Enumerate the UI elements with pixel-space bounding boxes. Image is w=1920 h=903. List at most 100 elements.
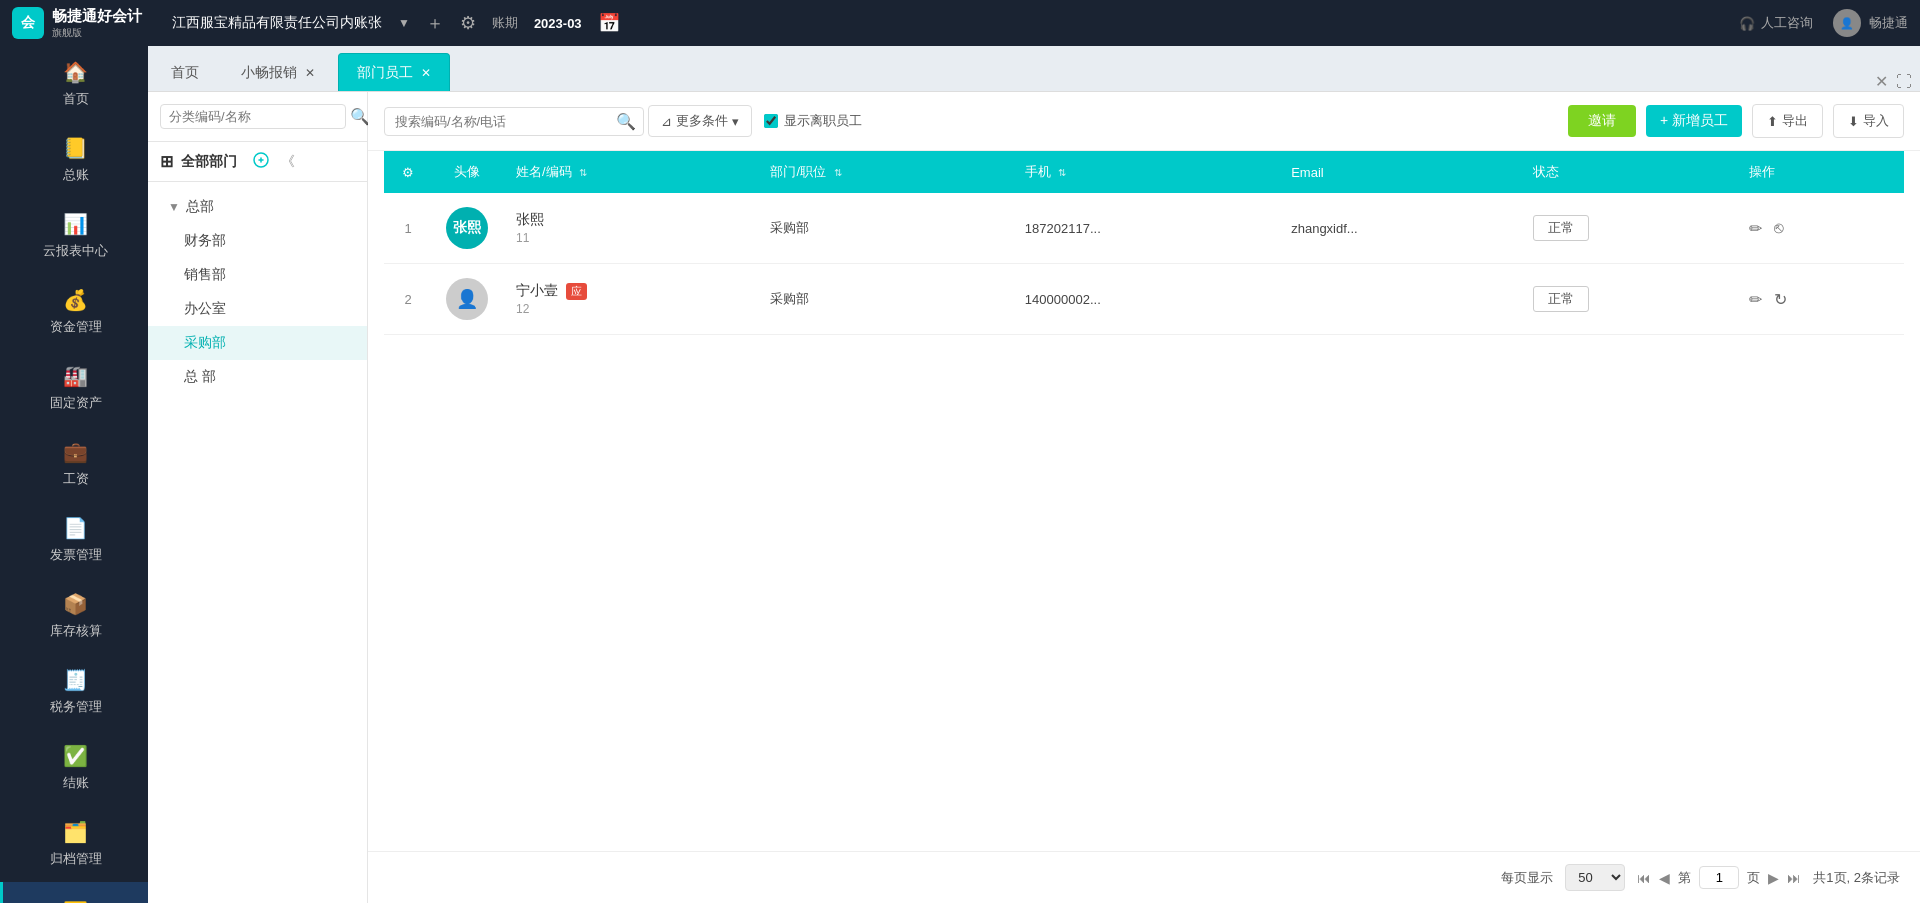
col-settings[interactable]: ⚙ — [384, 151, 432, 193]
tab-expense[interactable]: 小畅报销 ✕ — [222, 53, 334, 91]
dept-1: 采购部 — [770, 220, 809, 235]
sidebar-item-salary[interactable]: 💼 工资 — [0, 426, 148, 502]
tab-close-btn[interactable]: ✕ — [1875, 72, 1888, 91]
top-bar-right: 🎧 人工咨询 👤 畅捷通 — [1739, 9, 1908, 37]
edit-button-1[interactable]: ✏ — [1749, 219, 1762, 238]
col-dept-pos[interactable]: 部门/职位 ⇅ — [756, 151, 1010, 193]
dept-tree-item-office[interactable]: 办公室 — [148, 292, 367, 326]
ledger-icon: 📒 — [63, 136, 88, 160]
tab-expense-label: 小畅报销 — [241, 64, 297, 82]
status-badge-1: 正常 — [1533, 215, 1589, 241]
page-unit: 页 — [1747, 869, 1760, 887]
import-label: 导入 — [1863, 112, 1889, 130]
invite-button[interactable]: 邀请 — [1568, 105, 1636, 137]
dept-label-sales: 销售部 — [184, 266, 226, 282]
row2-dept: 采购部 — [756, 264, 1010, 335]
export-button[interactable]: ⬆ 导出 — [1752, 104, 1823, 138]
sidebar-item-invoice[interactable]: 📄 发票管理 — [0, 502, 148, 578]
import-icon: ⬇ — [1848, 114, 1859, 129]
export-icon: ⬆ — [1767, 114, 1778, 129]
dept-label-purchase: 采购部 — [184, 334, 226, 350]
invoice-icon: 📄 — [63, 516, 88, 540]
col-name-code[interactable]: 姓名/编码 ⇅ — [502, 151, 756, 193]
import-button[interactable]: ⬇ 导入 — [1833, 104, 1904, 138]
col-email: Email — [1277, 151, 1519, 193]
tab-dept-close[interactable]: ✕ — [421, 66, 431, 80]
row1-num: 1 — [384, 193, 432, 264]
sidebar-item-tax[interactable]: 🧾 税务管理 — [0, 654, 148, 730]
col-phone[interactable]: 手机 ⇅ — [1011, 151, 1277, 193]
tab-dept[interactable]: 部门员工 ✕ — [338, 53, 450, 91]
app-version: 旗舰版 — [52, 26, 142, 40]
add-icon[interactable]: ＋ — [426, 11, 444, 35]
add-employee-button[interactable]: + 新增员工 — [1646, 105, 1742, 137]
show-resigned-label[interactable]: 显示离职员工 — [764, 112, 862, 130]
export-label: 导出 — [1782, 112, 1808, 130]
next-page-button[interactable]: ▶ — [1768, 870, 1779, 886]
prev-page-button[interactable]: ◀ — [1659, 870, 1670, 886]
filter-button[interactable]: ⊿ 更多条件 ▾ — [648, 105, 752, 137]
row2-avatar: 👤 — [432, 264, 502, 335]
sidebar-label-reports: 云报表中心 — [43, 242, 108, 260]
customer-service[interactable]: 🎧 人工咨询 — [1739, 14, 1813, 32]
sidebar-label-home: 首页 — [63, 90, 89, 108]
page-label: 第 — [1678, 869, 1691, 887]
sidebar-item-home[interactable]: 🏠 首页 — [0, 46, 148, 122]
show-resigned-checkbox[interactable] — [764, 114, 778, 128]
dept-tree-item-finance[interactable]: 财务部 — [148, 224, 367, 258]
expense-icon: 💳 — [63, 896, 88, 903]
dept-tree-item-sales[interactable]: 销售部 — [148, 258, 367, 292]
emp-code-2: 12 — [516, 302, 742, 316]
sidebar-item-close[interactable]: ✅ 结账 — [0, 730, 148, 806]
sidebar-label-tax: 税务管理 — [50, 698, 102, 716]
sidebar-item-reports[interactable]: 📊 云报表中心 — [0, 198, 148, 274]
tab-home[interactable]: 首页 — [152, 53, 218, 91]
right-panel: 🔍 ⊿ 更多条件 ▾ 显示离职员工 邀请 — [368, 92, 1920, 903]
sidebar-item-funds[interactable]: 💰 资金管理 — [0, 274, 148, 350]
dept-tree-item-purchase[interactable]: 采购部 — [148, 326, 367, 360]
page-nav: ⏮ ◀ 第 页 ▶ ⏭ — [1637, 866, 1801, 889]
dept-search-button[interactable]: 🔍 — [350, 107, 370, 126]
dept-tree-item-hq[interactable]: ▼ 总部 — [148, 190, 367, 224]
dept-label-office: 办公室 — [184, 300, 226, 316]
page-number-input[interactable] — [1699, 866, 1739, 889]
top-bar-center: 江西服宝精品有限责任公司内账张 ▼ ＋ ⚙ 账期 2023-03 📅 — [160, 11, 1739, 35]
dept-tree-item-general-hq[interactable]: 总 部 — [148, 360, 367, 394]
sidebar-item-inventory[interactable]: 📦 库存核算 — [0, 578, 148, 654]
user-area[interactable]: 👤 畅捷通 — [1833, 9, 1908, 37]
status-badge-2: 正常 — [1533, 286, 1589, 312]
inventory-icon: 📦 — [63, 592, 88, 616]
dept-edit-button[interactable] — [253, 152, 269, 171]
sidebar-item-archive[interactable]: 🗂️ 归档管理 — [0, 806, 148, 882]
row1-name-code: 张熙 11 — [502, 193, 756, 264]
dept-collapse-button[interactable]: 《 — [281, 153, 295, 171]
employee-search-button[interactable]: 🔍 — [616, 112, 636, 131]
dept-label-general-hq: 总 部 — [184, 368, 216, 384]
calendar-icon[interactable]: 📅 — [598, 12, 620, 34]
avatar-zhang: 张熙 — [446, 207, 488, 249]
row2-email — [1277, 264, 1519, 335]
employee-search-input[interactable] — [384, 107, 644, 136]
tab-expense-close[interactable]: ✕ — [305, 66, 315, 80]
per-page-select[interactable]: 50 100 — [1565, 864, 1625, 891]
last-page-button[interactable]: ⏭ — [1787, 870, 1801, 886]
company-dropdown[interactable]: ▼ — [398, 16, 410, 30]
employee-table: ⚙ 头像 姓名/编码 ⇅ 部门/职位 ⇅ — [384, 151, 1904, 335]
toolbar: 🔍 ⊿ 更多条件 ▾ 显示离职员工 邀请 — [368, 92, 1920, 151]
username: 畅捷通 — [1869, 14, 1908, 32]
col-status: 状态 — [1519, 151, 1734, 193]
sidebar-item-expense[interactable]: 💳 小畅报销 — [0, 882, 148, 903]
sidebar-item-ledger[interactable]: 📒 总账 — [0, 122, 148, 198]
close-period-icon: ✅ — [63, 744, 88, 768]
more-button-1[interactable]: ⎋ — [1774, 219, 1784, 237]
first-page-button[interactable]: ⏮ — [1637, 870, 1651, 886]
refresh-button-2[interactable]: ↻ — [1774, 290, 1787, 309]
dept-search-input[interactable] — [160, 104, 346, 129]
edit-button-2[interactable]: ✏ — [1749, 290, 1762, 309]
sidebar-item-assets[interactable]: 🏭 固定资产 — [0, 350, 148, 426]
phone-1: 187202117... — [1025, 221, 1101, 236]
table-footer: 每页显示 50 100 ⏮ ◀ 第 页 ▶ ⏭ 共1页, 2条记录 — [368, 851, 1920, 903]
tab-expand-btn[interactable]: ⛶ — [1896, 73, 1912, 91]
col-name-code-label: 姓名/编码 — [516, 164, 572, 179]
settings-icon[interactable]: ⚙ — [460, 12, 476, 34]
